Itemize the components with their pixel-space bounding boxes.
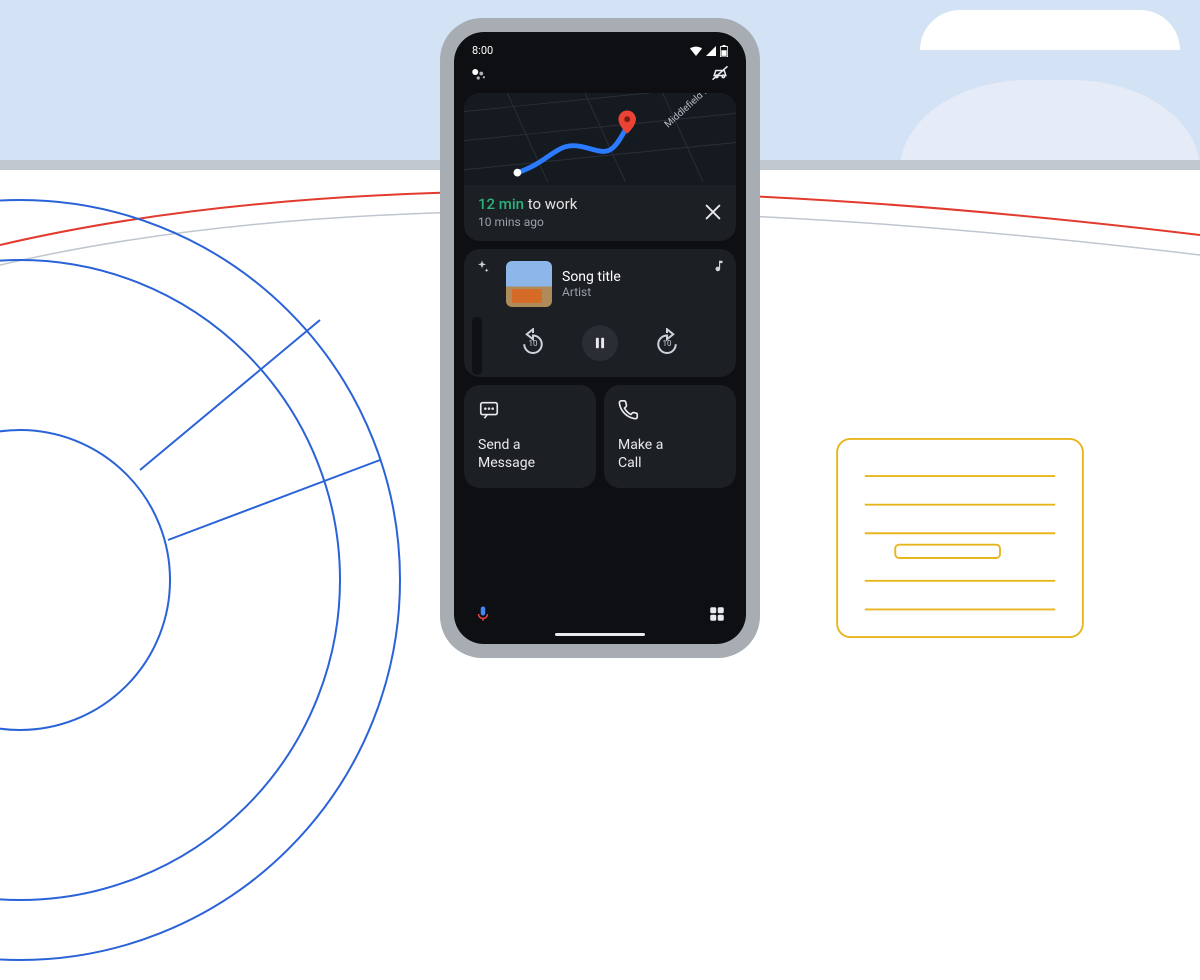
send-message-tile[interactable]: Send a Message [464, 385, 596, 488]
battery-icon [720, 45, 728, 57]
forward-seconds: 10 [652, 328, 682, 358]
media-card[interactable]: Song title Artist 10 10 [464, 249, 736, 377]
commute-map[interactable]: Middlefield Rd [464, 93, 736, 185]
bg-steering-wheel [0, 180, 420, 980]
signal-icon [706, 46, 716, 56]
app-grid-button[interactable] [708, 605, 726, 627]
rewind-seconds: 10 [518, 328, 548, 358]
make-call-tile[interactable]: Make a Call [604, 385, 736, 488]
sparkle-icon [474, 259, 490, 275]
song-title: Song title [562, 269, 621, 285]
commute-eta: 12 min [478, 195, 524, 213]
bg-cloud [920, 10, 1180, 50]
bg-notepad [830, 438, 1090, 638]
car-mode-icon[interactable] [710, 63, 730, 87]
commute-timestamp: 10 mins ago [478, 215, 577, 229]
commute-card[interactable]: Middlefield Rd 12 min to work 10 [464, 93, 736, 241]
mic-button[interactable] [474, 605, 492, 627]
road-label: Middlefield Rd [663, 93, 716, 130]
phone-screen: 8:00 [454, 32, 746, 644]
wifi-icon [690, 46, 702, 56]
home-indicator[interactable] [555, 633, 645, 636]
commute-eta-line: 12 min to work [478, 195, 577, 213]
close-icon[interactable] [702, 201, 724, 223]
assistant-icon[interactable] [470, 66, 488, 84]
rewind-10-button[interactable]: 10 [518, 328, 548, 358]
status-time: 8:00 [472, 44, 493, 57]
message-icon [478, 399, 500, 421]
commute-destination: to work [524, 195, 577, 213]
send-message-label: Send a Message [478, 437, 582, 472]
song-artist: Artist [562, 285, 621, 299]
volume-slider[interactable] [472, 317, 482, 375]
phone-frame: 8:00 [440, 18, 760, 658]
bottom-nav [464, 597, 736, 629]
status-icons [690, 45, 728, 57]
action-tiles: Send a Message Make a Call [464, 385, 736, 488]
make-call-label: Make a Call [618, 437, 722, 472]
music-note-icon [712, 259, 726, 273]
album-art[interactable] [506, 261, 552, 307]
forward-10-button[interactable]: 10 [652, 328, 682, 358]
pause-button[interactable] [582, 325, 618, 361]
status-bar: 8:00 [464, 42, 736, 63]
phone-icon [618, 399, 640, 421]
app-bar [464, 63, 736, 93]
